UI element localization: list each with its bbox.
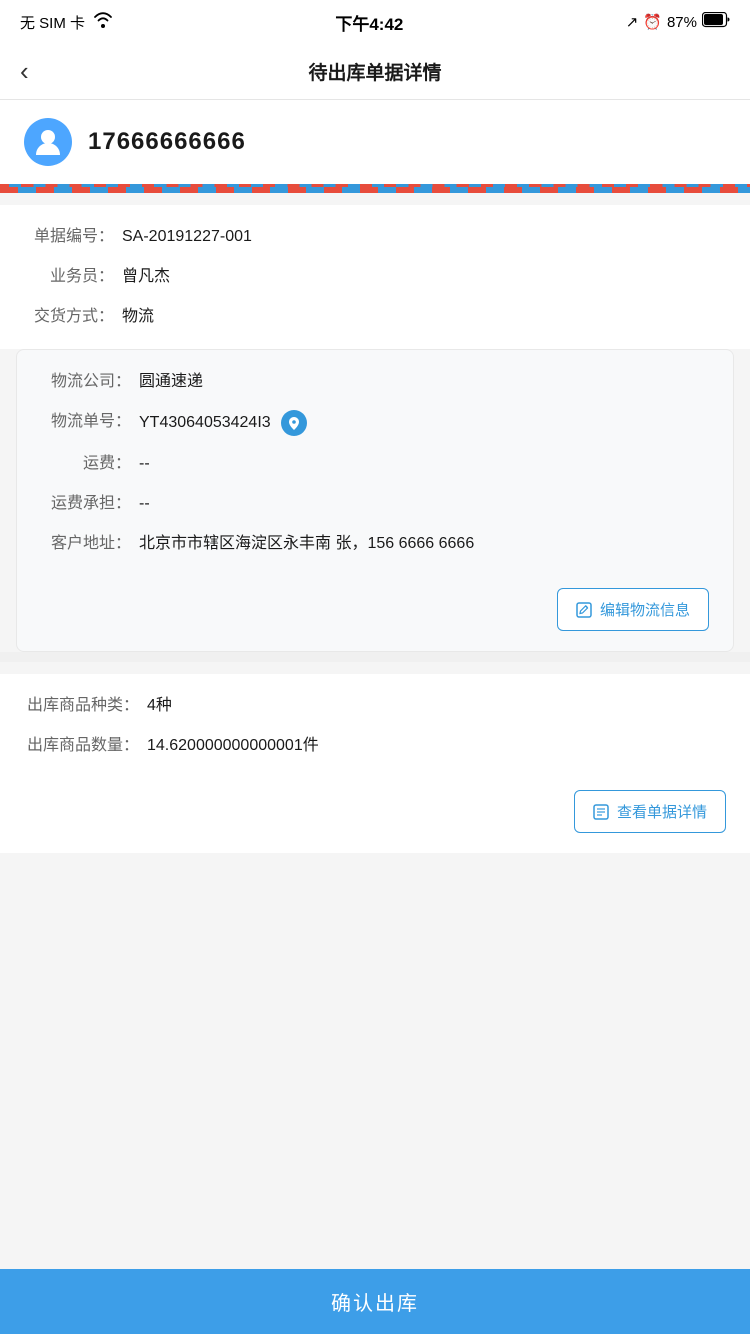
customer-phone: 17666666666 [88, 128, 246, 156]
salesman-value: 曾凡杰 [122, 265, 726, 289]
logistics-company-value: 圆通速递 [139, 370, 709, 394]
delivery-label: 交货方式： [24, 305, 114, 329]
freight-label: 运费： [41, 452, 131, 476]
tracking-value-wrap: YT43064053424I3 [139, 410, 709, 436]
outbound-section: 出库商品种类： 4种 出库商品数量： 14.620000000000001件 查… [0, 674, 750, 853]
logistics-card: 物流公司： 圆通速递 物流单号： YT43064053424I3 [16, 349, 734, 652]
edit-logistics-label: 编辑物流信息 [600, 599, 690, 620]
status-bar: 无 SIM 卡 下午4:42 ↗ ⏰ 87% [0, 0, 750, 44]
status-time: 下午4:42 [335, 10, 403, 35]
customer-header: 17666666666 [0, 100, 750, 187]
alarm-icon: ⏰ [643, 13, 662, 31]
carrier-text: 无 SIM 卡 [20, 12, 85, 33]
nav-bar: ‹ 待出库单据详情 [0, 44, 750, 100]
order-number-value: SA-20191227-001 [122, 225, 726, 249]
freight-value: -- [139, 452, 709, 476]
category-label: 出库商品种类： [24, 694, 139, 718]
bottom-spacer [0, 853, 750, 1033]
delivery-value: 物流 [122, 305, 726, 329]
view-detail-button[interactable]: 查看单据详情 [574, 790, 726, 833]
logistics-company-label: 物流公司： [41, 370, 131, 394]
status-right: ↗ ⏰ 87% [626, 12, 730, 32]
confirm-outbound-label: 确认出库 [331, 1293, 419, 1315]
quantity-value: 14.620000000000001件 [147, 734, 726, 758]
view-detail-label: 查看单据详情 [617, 801, 707, 822]
category-row: 出库商品种类： 4种 [24, 694, 726, 718]
delivery-row: 交货方式： 物流 [24, 305, 726, 329]
order-info-section: 单据编号： SA-20191227-001 业务员： 曾凡杰 交货方式： 物流 [0, 205, 750, 349]
address-row: 客户地址： 北京市市辖区海淀区永丰南 张，156 6666 6666 [41, 532, 709, 556]
order-number-row: 单据编号： SA-20191227-001 [24, 225, 726, 249]
avatar [24, 118, 72, 166]
battery-text: 87% [667, 14, 697, 31]
battery-icon [702, 12, 730, 32]
freight-bear-value: -- [139, 492, 709, 516]
category-value: 4种 [147, 694, 726, 718]
salesman-label: 业务员： [24, 265, 114, 289]
edit-logistics-button[interactable]: 编辑物流信息 [557, 588, 709, 631]
address-label: 客户地址： [41, 532, 131, 556]
wifi-icon [93, 12, 113, 32]
quantity-row: 出库商品数量： 14.620000000000001件 [24, 734, 726, 758]
location-status-icon: ↗ [626, 13, 639, 31]
tracking-label: 物流单号： [41, 410, 131, 434]
dashed-divider [0, 187, 750, 193]
tracking-value: YT43064053424I3 [139, 411, 271, 435]
page-title: 待出库单据详情 [308, 58, 441, 85]
salesman-row: 业务员： 曾凡杰 [24, 265, 726, 289]
quantity-label: 出库商品数量： [24, 734, 139, 758]
address-value: 北京市市辖区海淀区永丰南 张，156 6666 6666 [139, 532, 709, 556]
freight-row: 运费： -- [41, 452, 709, 476]
tracking-row: 物流单号： YT43064053424I3 [41, 410, 709, 436]
confirm-outbound-button[interactable]: 确认出库 [0, 1269, 750, 1334]
status-left: 无 SIM 卡 [20, 12, 113, 33]
tracking-location-icon[interactable] [281, 410, 307, 436]
freight-bear-row: 运费承担： -- [41, 492, 709, 516]
order-number-label: 单据编号： [24, 225, 114, 249]
freight-bear-label: 运费承担： [41, 492, 131, 516]
back-button[interactable]: ‹ [12, 48, 37, 95]
logistics-company-row: 物流公司： 圆通速递 [41, 370, 709, 394]
section-separator [0, 652, 750, 662]
